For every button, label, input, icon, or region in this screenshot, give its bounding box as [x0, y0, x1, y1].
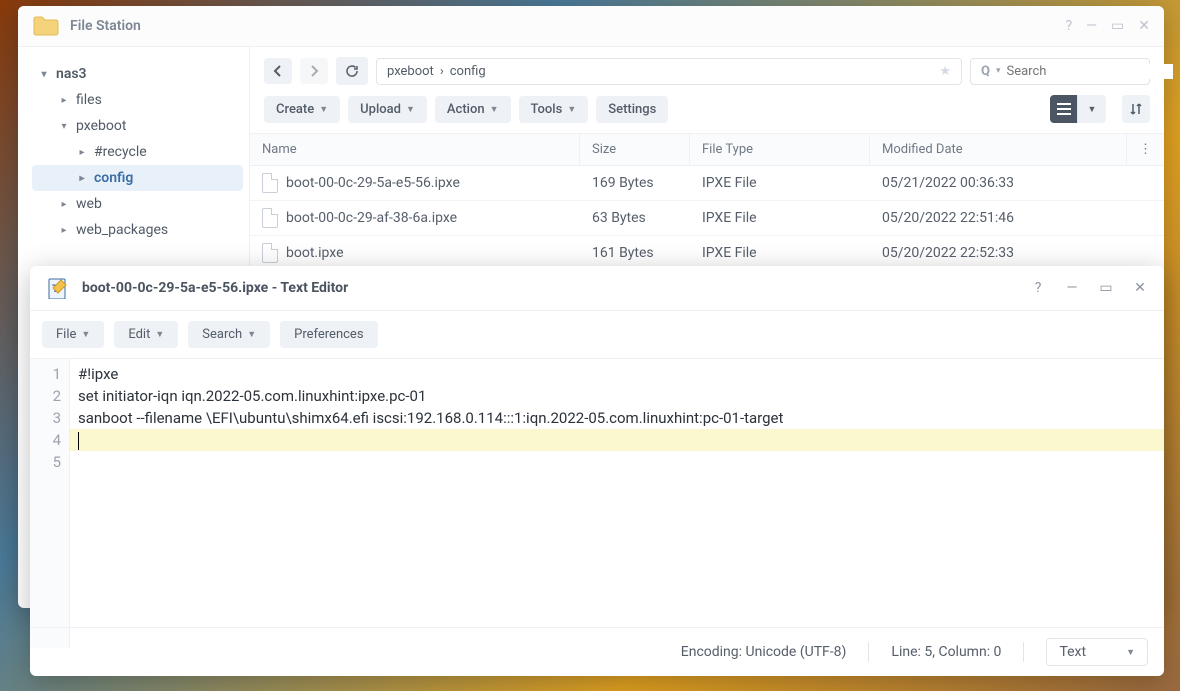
breadcrumb[interactable]: pxeboot › config ★ [376, 58, 962, 85]
te-menubar: File▼ Edit▼ Search▼ Preferences [30, 311, 1164, 358]
text-cursor [78, 432, 79, 450]
table-row[interactable]: boot-00-0c-29-5a-e5-56.ipxe 169 Bytes IP… [250, 166, 1164, 201]
table-header: Name Size File Type Modified Date ⋮ [250, 133, 1164, 166]
app-folder-icon [32, 14, 60, 38]
search-caret-icon: ▾ [996, 66, 1001, 76]
maximize-icon[interactable]: ▭ [1098, 280, 1114, 296]
menu-file[interactable]: File▼ [42, 321, 104, 348]
code-line[interactable]: #!ipxe [70, 363, 1164, 385]
close-icon[interactable]: ✕ [1132, 280, 1148, 296]
file-icon [262, 243, 278, 263]
create-button[interactable]: Create▼ [264, 96, 340, 123]
col-menu-icon[interactable]: ⋮ [1127, 134, 1164, 165]
table-row[interactable]: boot-00-0c-29-af-38-6a.ipxe 63 Bytes IPX… [250, 201, 1164, 236]
crumb-part[interactable]: config [450, 64, 486, 79]
col-size[interactable]: Size [580, 134, 690, 165]
menu-edit[interactable]: Edit▼ [114, 321, 178, 348]
crumb-sep: › [440, 64, 444, 79]
text-editor-window: T boot-00-0c-29-5a-e5-56.ipxe - Text Edi… [30, 266, 1164, 676]
table-body: boot-00-0c-29-5a-e5-56.ipxe 169 Bytes IP… [250, 166, 1164, 271]
file-icon [262, 208, 278, 228]
line-gutter: 12345 [30, 359, 70, 648]
tree-root[interactable]: ▾nas3 [32, 61, 243, 87]
tree-item-webpkg[interactable]: ▸web_packages [32, 217, 243, 243]
tools-button[interactable]: Tools▼ [519, 96, 589, 123]
settings-button[interactable]: Settings [596, 96, 668, 123]
search-icon: Q [981, 64, 990, 79]
editor-area[interactable]: 12345 #!ipxe set initiator-iqn iqn.2022-… [30, 358, 1164, 648]
view-list-button[interactable] [1050, 95, 1078, 123]
text-editor-icon: T [46, 276, 70, 300]
code-line[interactable] [70, 429, 1164, 451]
tree-item-files[interactable]: ▸files [32, 87, 243, 113]
fs-title: File Station [70, 18, 141, 34]
tree-item-config[interactable]: ▸config [32, 165, 243, 191]
col-name[interactable]: Name [250, 134, 580, 165]
te-statusbar: Encoding: Unicode (UTF-8) Line: 5, Colum… [30, 627, 1164, 676]
sort-button[interactable] [1122, 95, 1150, 123]
col-date[interactable]: Modified Date [870, 134, 1127, 165]
code-content[interactable]: #!ipxe set initiator-iqn iqn.2022-05.com… [70, 359, 1164, 648]
star-icon[interactable]: ★ [939, 64, 951, 79]
status-sep [1023, 642, 1024, 662]
view-dropdown-button[interactable]: ▼ [1078, 95, 1106, 123]
language-select[interactable]: Text▼ [1046, 638, 1148, 666]
help-icon[interactable]: ? [1030, 280, 1046, 296]
upload-button[interactable]: Upload▼ [348, 96, 427, 123]
refresh-button[interactable] [336, 57, 368, 85]
view-toggle: ▼ [1050, 95, 1106, 123]
tree-item-pxeboot[interactable]: ▾pxeboot [32, 113, 243, 139]
minimize-icon[interactable]: — [1086, 18, 1097, 34]
nav-forward-button[interactable] [300, 58, 328, 84]
tree-item-recycle[interactable]: ▸#recycle [32, 139, 243, 165]
help-icon[interactable]: ? [1065, 18, 1072, 34]
col-type[interactable]: File Type [690, 134, 870, 165]
close-icon[interactable]: ✕ [1138, 18, 1150, 34]
te-title: boot-00-0c-29-5a-e5-56.ipxe - Text Edito… [82, 280, 348, 296]
tree-item-web[interactable]: ▸web [32, 191, 243, 217]
search-input[interactable] [1007, 64, 1173, 79]
status-position: Line: 5, Column: 0 [891, 644, 1001, 660]
file-icon [262, 173, 278, 193]
fs-titlebar: File Station ? — ▭ ✕ [18, 6, 1164, 47]
menu-preferences[interactable]: Preferences [280, 321, 377, 348]
status-sep [868, 642, 869, 662]
nav-back-button[interactable] [264, 58, 292, 84]
search-box[interactable]: Q▾ [970, 58, 1150, 85]
menu-search[interactable]: Search▼ [188, 321, 270, 348]
code-line[interactable]: set initiator-iqn iqn.2022-05.com.linuxh… [70, 385, 1164, 407]
te-titlebar: T boot-00-0c-29-5a-e5-56.ipxe - Text Edi… [30, 266, 1164, 311]
action-button[interactable]: Action▼ [435, 96, 511, 123]
minimize-icon[interactable]: — [1064, 280, 1080, 296]
status-encoding: Encoding: Unicode (UTF-8) [681, 644, 847, 660]
code-line[interactable]: sanboot --filename \EFI\ubuntu\shimx64.e… [70, 407, 1164, 429]
maximize-icon[interactable]: ▭ [1111, 18, 1124, 34]
crumb-part[interactable]: pxeboot [387, 64, 434, 79]
